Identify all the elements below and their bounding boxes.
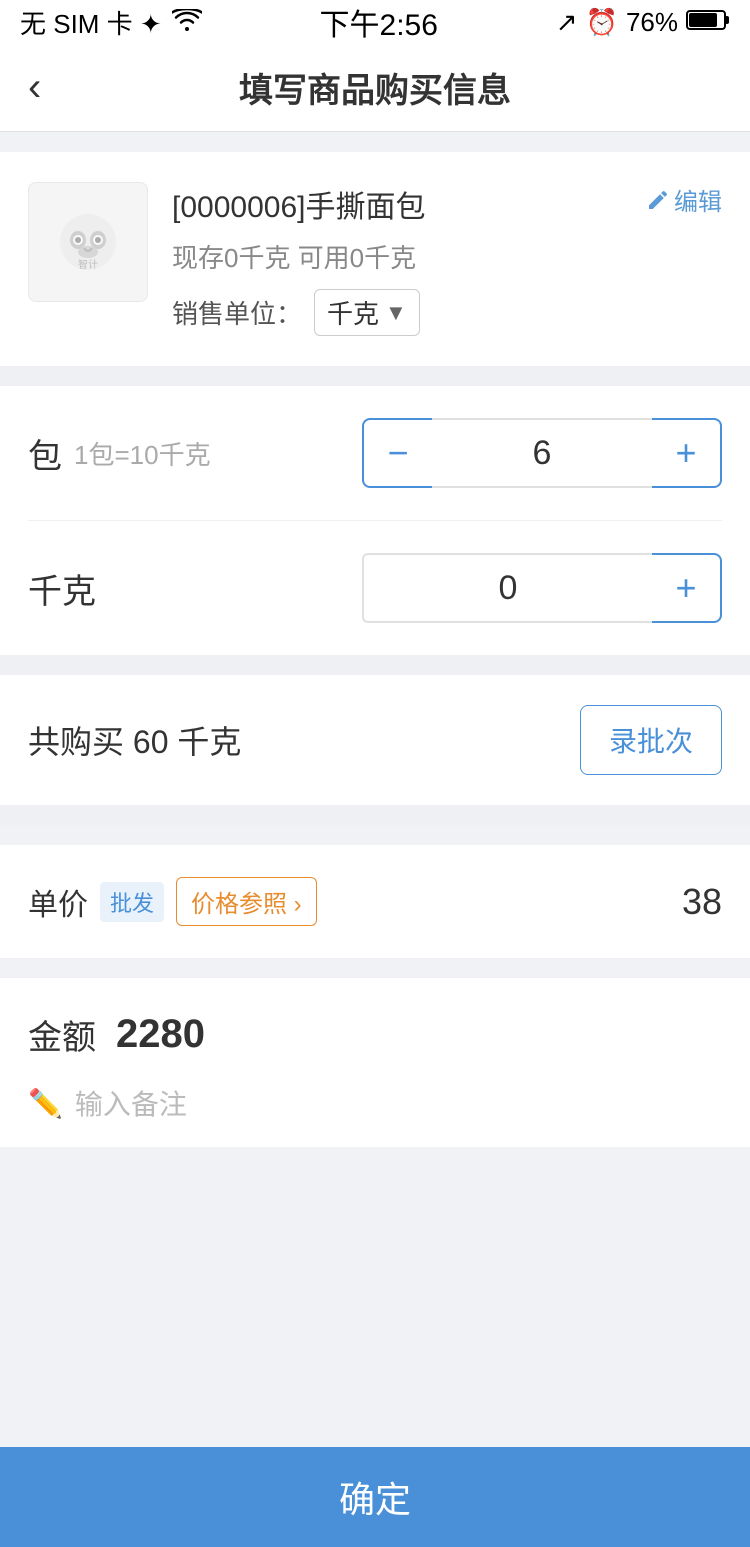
status-time: 下午2:56: [320, 0, 438, 44]
note-row[interactable]: ✏️ 输入备注: [28, 1083, 722, 1123]
price-value: 38: [682, 881, 722, 923]
product-name: [0000006]手撕面包: [172, 182, 722, 226]
kg-input[interactable]: [362, 553, 652, 623]
kg-row: 千克 +: [28, 521, 722, 655]
status-left: 无 SIM 卡 ✦: [20, 4, 202, 41]
unit-value: 千克: [327, 294, 379, 331]
price-row: 单价 批发 价格参照 › 38: [28, 877, 722, 926]
note-placeholder: 输入备注: [75, 1083, 187, 1123]
pencil-icon: ✏️: [28, 1087, 63, 1120]
amount-label: 金额: [28, 1010, 96, 1059]
bottom-spacer: [0, 1147, 750, 1447]
summary-section: 共购买 60 千克 录批次: [0, 675, 750, 805]
battery-label: 76%: [626, 7, 678, 38]
edit-button[interactable]: 编辑: [646, 182, 722, 217]
alarm-icon: ⏰: [586, 7, 618, 38]
bao-plus-button[interactable]: +: [652, 418, 722, 488]
wifi-icon: [172, 7, 202, 38]
price-section: 单价 批发 价格参照 › 38: [0, 845, 750, 958]
price-tag: 批发: [100, 882, 164, 922]
batch-button[interactable]: 录批次: [580, 705, 722, 775]
page-title: 填写商品购买信息: [239, 63, 511, 112]
product-stock: 现存0千克 可用0千克: [172, 238, 722, 275]
bao-sublabel: 1包=10千克: [74, 435, 211, 472]
kg-controls: +: [362, 553, 722, 623]
battery-icon: [686, 7, 730, 38]
price-label: 单价: [28, 880, 88, 924]
divider-1: [0, 366, 750, 386]
location-icon: ↗: [556, 7, 578, 38]
divider-3: [0, 805, 750, 825]
unit-label: 销售单位：: [172, 294, 302, 331]
quantity-section: 包 1包=10千克 − + 千克 +: [0, 386, 750, 655]
svg-text:智计: 智计: [78, 258, 98, 271]
bao-minus-button[interactable]: −: [362, 418, 432, 488]
product-unit-row: 销售单位： 千克 ▼: [172, 289, 722, 336]
product-card: 智计 [0000006]手撕面包 现存0千克 可用0千克 销售单位： 千克 ▼ …: [0, 152, 750, 366]
confirm-label: 确定: [339, 1471, 411, 1523]
bao-input[interactable]: [432, 418, 652, 488]
sim-label: 无 SIM 卡 ✦: [20, 4, 162, 41]
price-left: 单价 批发 价格参照 ›: [28, 877, 317, 926]
bao-controls: − +: [362, 418, 722, 488]
bao-label: 包: [28, 429, 62, 478]
unit-dropdown[interactable]: 千克 ▼: [314, 289, 420, 336]
edit-label: 编辑: [674, 182, 722, 217]
nav-bar: ‹ 填写商品购买信息: [0, 44, 750, 132]
product-image: 智计: [28, 182, 148, 302]
product-info: [0000006]手撕面包 现存0千克 可用0千克 销售单位： 千克 ▼: [172, 182, 722, 336]
amount-value: 2280: [116, 1012, 205, 1057]
amount-section: 金额 2280 ✏️ 输入备注: [0, 978, 750, 1147]
divider-2: [0, 655, 750, 675]
confirm-button[interactable]: 确定: [0, 1447, 750, 1547]
amount-row: 金额 2280: [28, 1010, 722, 1059]
status-bar: 无 SIM 卡 ✦ 下午2:56 ↗ ⏰ 76%: [0, 0, 750, 44]
dropdown-arrow-icon: ▼: [385, 300, 407, 326]
summary-text: 共购买 60 千克: [28, 717, 241, 763]
back-button[interactable]: ‹: [28, 65, 41, 110]
price-ref-button[interactable]: 价格参照 ›: [176, 877, 317, 926]
status-right: ↗ ⏰ 76%: [556, 7, 730, 38]
bao-row: 包 1包=10千克 − +: [28, 386, 722, 521]
kg-label: 千克: [28, 564, 96, 613]
kg-plus-button[interactable]: +: [652, 553, 722, 623]
